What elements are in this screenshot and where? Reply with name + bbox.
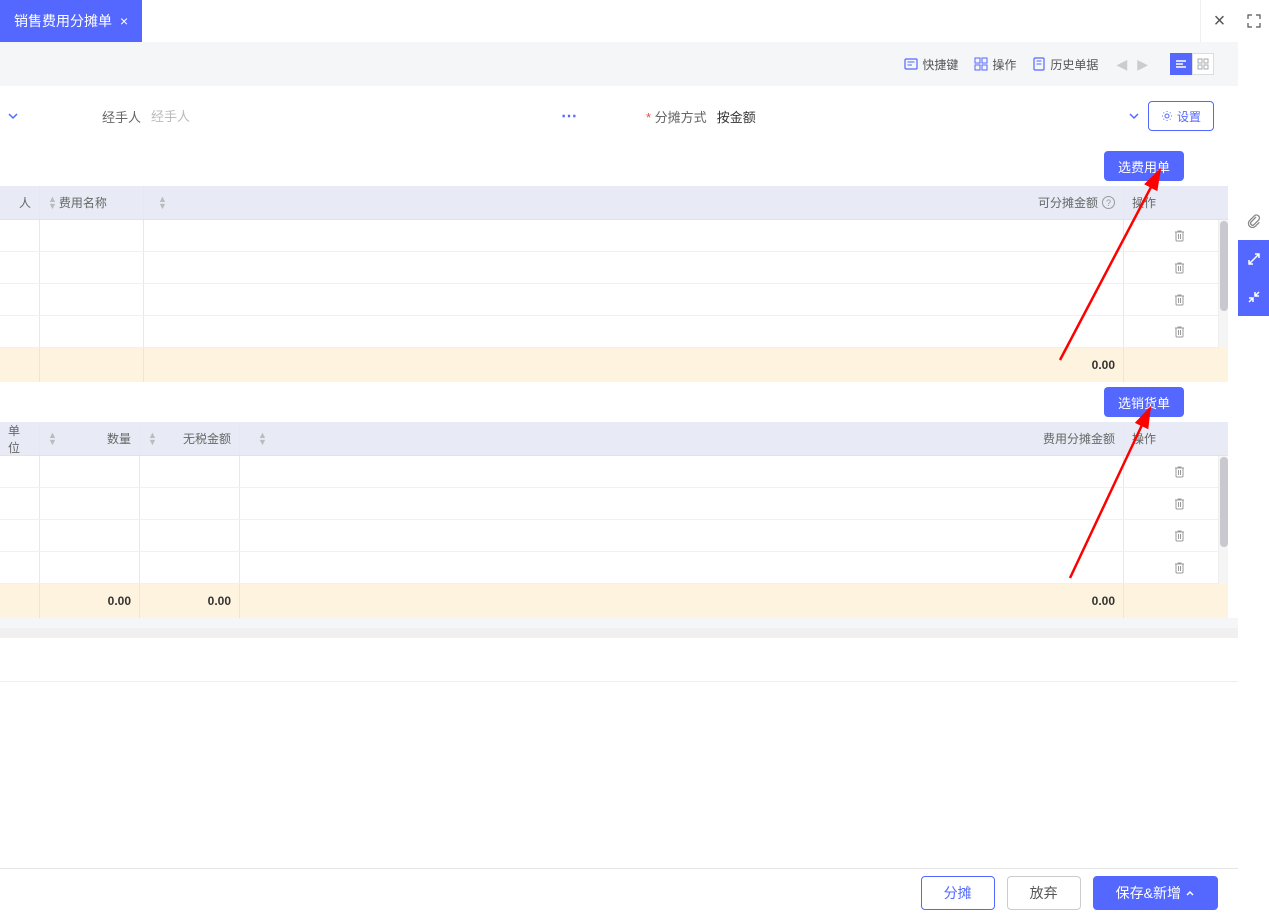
- sort-icon[interactable]: ▲▼: [48, 432, 57, 446]
- save-new-label: 保存&新增: [1116, 883, 1181, 903]
- table-row[interactable]: [0, 220, 1228, 252]
- fullscreen-icon[interactable]: [1238, 0, 1269, 42]
- col-unit-partial: 单位: [8, 422, 31, 455]
- expand-out-icon[interactable]: [1238, 240, 1269, 278]
- trash-icon[interactable]: [1142, 561, 1216, 574]
- table-row[interactable]: [0, 316, 1228, 348]
- tab-sales-expense-allocation[interactable]: 销售费用分摊单 ×: [0, 0, 142, 42]
- trash-icon[interactable]: [1142, 293, 1216, 306]
- view-list-button[interactable]: [1170, 53, 1192, 75]
- chevron-down-icon[interactable]: [0, 109, 26, 123]
- shortcut-button[interactable]: 快捷键: [904, 56, 958, 73]
- table-row[interactable]: [0, 520, 1228, 552]
- expense-grid: 人 ▲▼费用名称 ▲▼可分摊金额? 操作 0.00: [0, 186, 1228, 382]
- sort-icon[interactable]: ▲▼: [158, 196, 167, 210]
- col-ops: 操作: [1132, 430, 1156, 447]
- trash-icon[interactable]: [1142, 229, 1216, 242]
- col-ops: 操作: [1132, 194, 1156, 211]
- handler-label: 经手人: [102, 107, 141, 126]
- operation-label: 操作: [992, 56, 1016, 73]
- grid-scrollbar[interactable]: [1218, 456, 1228, 584]
- trash-icon[interactable]: [1142, 261, 1216, 274]
- info-icon[interactable]: ?: [1102, 196, 1115, 209]
- grid-total-row: 0.00 0.00 0.00: [0, 584, 1228, 618]
- operation-button[interactable]: 操作: [974, 56, 1016, 73]
- total-qty: 0.00: [108, 594, 131, 608]
- col-qty: 数量: [107, 430, 131, 447]
- total-fee-alloc: 0.00: [1092, 594, 1115, 608]
- prev-record-icon[interactable]: ◀: [1114, 56, 1129, 73]
- handler-lookup-icon[interactable]: ⋯: [561, 106, 578, 126]
- sort-icon[interactable]: ▲▼: [258, 432, 267, 446]
- history-button[interactable]: 历史单据: [1032, 56, 1098, 73]
- table-row[interactable]: [0, 252, 1228, 284]
- col-fee-alloc: 费用分摊金额: [1043, 430, 1115, 447]
- discard-button[interactable]: 放弃: [1007, 876, 1081, 910]
- expand-in-icon[interactable]: [1238, 278, 1269, 316]
- trash-icon[interactable]: [1142, 497, 1216, 510]
- allocation-method-label: 分摊方式: [646, 107, 707, 126]
- grid-total-row: 0.00: [0, 348, 1228, 382]
- handler-input[interactable]: [151, 109, 551, 124]
- select-expense-bill-button[interactable]: 选费用单: [1104, 151, 1184, 181]
- sales-grid: 单位 ▲▼ 数量 ▲▼ 无税金额 ▲▼ 费用分摊金额 操作 0.00 0.00 0.0…: [0, 422, 1228, 618]
- sort-icon[interactable]: ▲▼: [48, 196, 57, 210]
- view-card-button[interactable]: [1192, 53, 1214, 75]
- settings-button[interactable]: 设置: [1148, 101, 1214, 131]
- col-payee-partial: 人: [19, 194, 31, 211]
- close-panel-button[interactable]: ×: [1200, 0, 1238, 42]
- col-allocatable: 可分摊金额: [1038, 194, 1098, 211]
- tab-label: 销售费用分摊单: [14, 11, 112, 31]
- select-sales-bill-button[interactable]: 选销货单: [1104, 387, 1184, 417]
- history-label: 历史单据: [1050, 56, 1098, 73]
- gear-icon: [1161, 110, 1173, 122]
- attachment-icon[interactable]: [1238, 202, 1269, 240]
- total-amount-notax: 0.00: [208, 594, 231, 608]
- table-row[interactable]: [0, 552, 1228, 584]
- tab-close-icon[interactable]: ×: [120, 13, 128, 29]
- allocation-method-select[interactable]: [717, 109, 1117, 124]
- settings-label: 设置: [1177, 108, 1201, 125]
- allocate-button[interactable]: 分摊: [921, 876, 995, 910]
- chevron-down-icon[interactable]: [1127, 109, 1141, 123]
- trash-icon[interactable]: [1142, 325, 1216, 338]
- sort-icon[interactable]: ▲▼: [148, 432, 157, 446]
- shortcut-label: 快捷键: [922, 56, 958, 73]
- chevron-up-icon: [1185, 888, 1195, 898]
- table-row[interactable]: [0, 456, 1228, 488]
- trash-icon[interactable]: [1142, 465, 1216, 478]
- trash-icon[interactable]: [1142, 529, 1216, 542]
- grid-scrollbar[interactable]: [1218, 220, 1228, 348]
- col-amount-notax: 无税金额: [183, 430, 231, 447]
- total-allocatable: 0.00: [1092, 358, 1115, 372]
- table-row[interactable]: [0, 488, 1228, 520]
- table-row[interactable]: [0, 284, 1228, 316]
- save-and-new-button[interactable]: 保存&新增: [1093, 876, 1218, 910]
- col-fee-name: 费用名称: [59, 194, 107, 211]
- next-record-icon[interactable]: ▶: [1135, 56, 1150, 73]
